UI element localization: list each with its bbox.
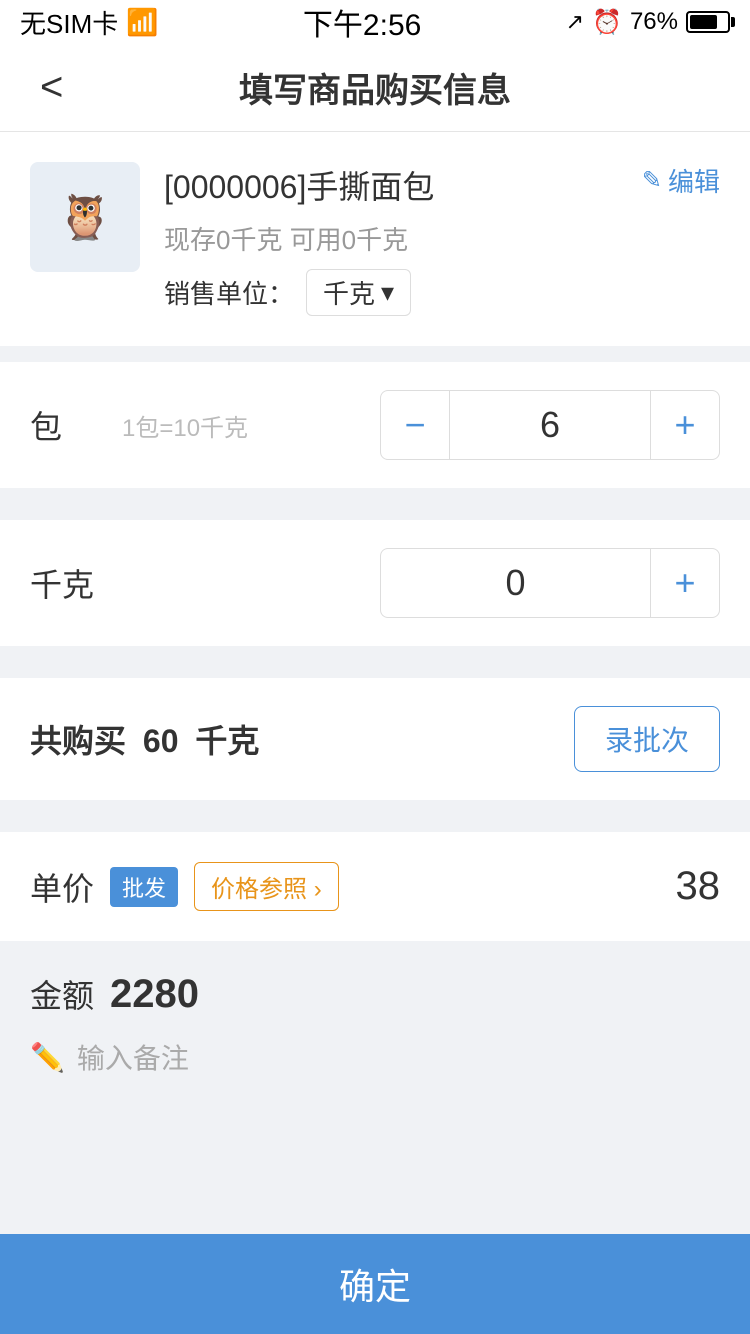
summary-text: 共购买 60 千克 [30,716,259,762]
amount-label: 金额 [30,971,94,1017]
price-row: 单价 批发 价格参照 › 38 [30,862,720,911]
status-left: 无SIM卡 📶 [20,4,159,41]
confirm-button[interactable]: 确定 [0,1234,750,1334]
status-bar: 无SIM卡 📶 下午2:56 ↗ ⏰ 76% [0,0,750,44]
amount-section: 金额 2280 ✏️ 输入备注 [0,941,750,1107]
product-logo-icon: 🦉 [58,191,113,243]
price-section: 单价 批发 价格参照 › 38 [0,832,750,941]
bag-minus-button[interactable]: − [380,390,450,460]
bag-quantity-control: − + [380,390,720,460]
time-label: 下午2:56 [303,0,421,44]
kg-input-row: 千克 + [0,520,750,646]
content-area: 🦉 [0000006]手撕面包 ✎ 编辑 现存0千克 可用0千克 销售单位： 千… [0,132,750,1334]
confirm-button-label: 确定 [339,1258,411,1310]
edit-icon: ✎ [642,166,662,195]
kg-quantity-control: + [380,548,720,618]
amount-value: 2280 [110,972,199,1017]
price-type-tag: 批发 [110,867,178,907]
product-image: 🦉 [30,162,140,272]
divider-1 [0,504,750,520]
price-label: 单价 [30,864,94,910]
product-name: [0000006]手撕面包 [164,162,434,208]
page-title: 填写商品购买信息 [239,63,511,112]
battery-icon [686,11,730,33]
kg-input-section: 千克 + [0,520,750,646]
amount-row: 金额 2280 [30,971,720,1017]
divider-3 [0,816,750,832]
bag-input-row: 包 1包=10千克 − + [0,362,750,488]
price-left: 单价 批发 价格参照 › [30,862,339,911]
dropdown-arrow-icon: ▾ [381,277,394,308]
status-right: ↗ ⏰ 76% [566,8,730,37]
wifi-icon: 📶 [126,7,158,38]
battery-label: 76% [630,8,678,36]
bag-label: 包 [30,402,110,448]
kg-label: 千克 [30,560,110,606]
bag-input-section: 包 1包=10千克 − + [0,362,750,488]
bag-plus-button[interactable]: + [650,390,720,460]
summary-row: 共购买 60 千克 录批次 [0,678,750,800]
note-row[interactable]: ✏️ 输入备注 [30,1037,720,1077]
divider-2 [0,662,750,678]
bag-quantity-input[interactable] [450,390,650,460]
price-value: 38 [676,864,721,909]
location-icon: ↗ [566,9,584,35]
product-card: 🦉 [0000006]手撕面包 ✎ 编辑 现存0千克 可用0千克 销售单位： 千… [0,132,750,346]
product-unit-row: 销售单位： 千克 ▾ [164,269,720,316]
unit-select[interactable]: 千克 ▾ [306,269,411,316]
alarm-icon: ⏰ [592,8,622,37]
nav-bar: < 填写商品购买信息 [0,44,750,132]
batch-button[interactable]: 录批次 [574,706,720,772]
edit-button[interactable]: ✎ 编辑 [642,162,720,199]
note-placeholder[interactable]: 输入备注 [77,1037,189,1077]
bag-hint: 1包=10千克 [122,408,248,443]
pencil-icon: ✏️ [30,1041,65,1074]
product-stock: 现存0千克 可用0千克 [164,220,720,257]
price-ref-button[interactable]: 价格参照 › [194,862,339,911]
back-button[interactable]: < [30,55,73,120]
product-info: [0000006]手撕面包 ✎ 编辑 现存0千克 可用0千克 销售单位： 千克 … [164,162,720,316]
kg-quantity-input[interactable] [380,548,650,618]
carrier-label: 无SIM卡 [20,4,118,41]
kg-plus-button[interactable]: + [650,548,720,618]
